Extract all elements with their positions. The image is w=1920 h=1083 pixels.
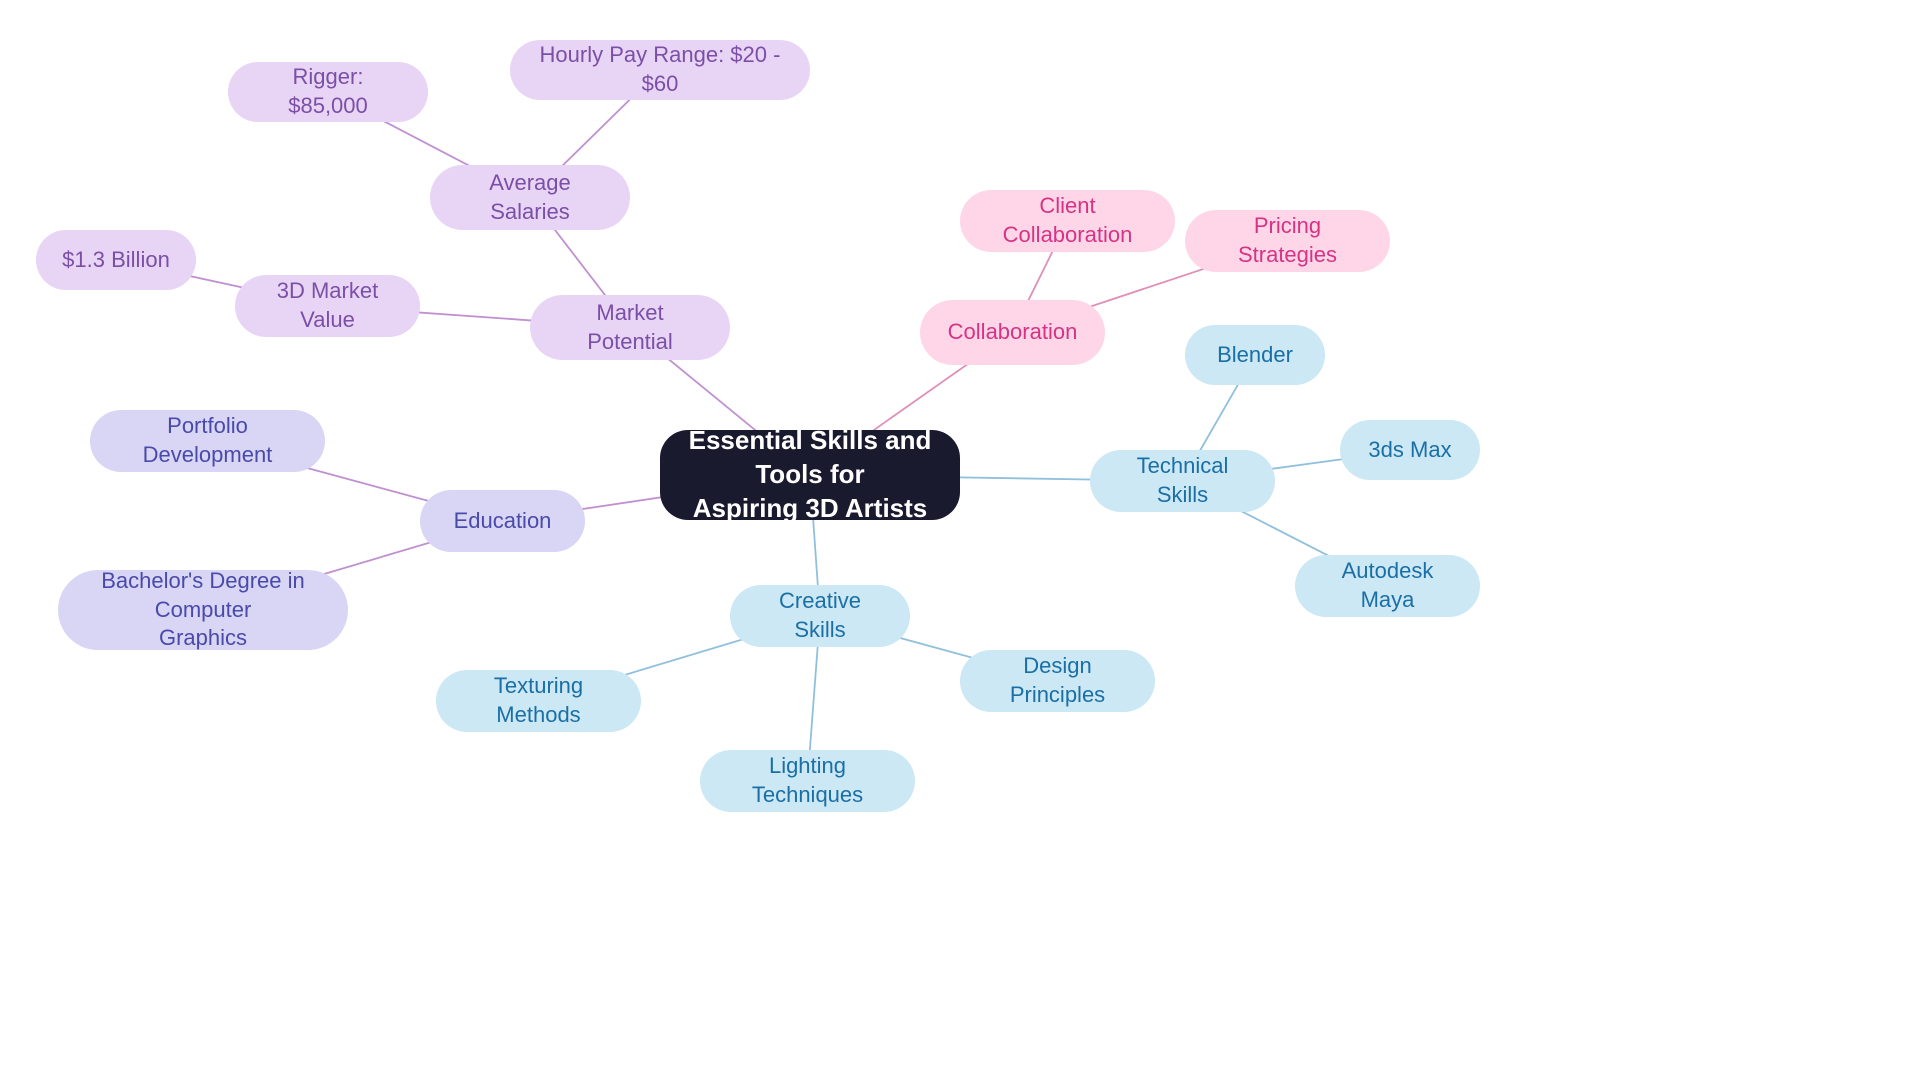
node-blender: Blender xyxy=(1185,325,1325,385)
node-label-portfolioDev: Portfolio Development xyxy=(114,412,301,469)
node-label-averageSalaries: Average Salaries xyxy=(454,169,606,226)
node-label-collaboration: Collaboration xyxy=(948,318,1078,347)
node-label-autodeskMaya: Autodesk Maya xyxy=(1319,557,1456,614)
node-billion13: $1.3 Billion xyxy=(36,230,196,290)
node-creativeSkills: Creative Skills xyxy=(730,585,910,647)
node-threedsMax: 3ds Max xyxy=(1340,420,1480,480)
node-bachelors: Bachelor's Degree in ComputerGraphics xyxy=(58,570,348,650)
node-label-billion13: $1.3 Billion xyxy=(62,246,170,275)
node-pricingStrategies: Pricing Strategies xyxy=(1185,210,1390,272)
node-hourlyPay: Hourly Pay Range: $20 - $60 xyxy=(510,40,810,100)
node-rigger: Rigger: $85,000 xyxy=(228,62,428,122)
node-label-center: Essential Skills and Tools forAspiring 3… xyxy=(684,424,936,525)
node-technicalSkills: Technical Skills xyxy=(1090,450,1275,512)
node-label-lightingTechniques: Lighting Techniques xyxy=(724,752,891,809)
node-portfolioDev: Portfolio Development xyxy=(90,410,325,472)
node-marketPotential: Market Potential xyxy=(530,295,730,360)
node-collaboration: Collaboration xyxy=(920,300,1105,365)
node-label-education: Education xyxy=(454,507,552,536)
node-label-pricingStrategies: Pricing Strategies xyxy=(1209,212,1366,269)
node-lightingTechniques: Lighting Techniques xyxy=(700,750,915,812)
node-label-creativeSkills: Creative Skills xyxy=(754,587,886,644)
node-label-designPrinciples: Design Principles xyxy=(984,652,1131,709)
node-center: Essential Skills and Tools forAspiring 3… xyxy=(660,430,960,520)
node-label-rigger: Rigger: $85,000 xyxy=(252,63,404,120)
node-label-technicalSkills: Technical Skills xyxy=(1114,452,1251,509)
node-label-blender: Blender xyxy=(1217,341,1293,370)
node-autodeskMaya: Autodesk Maya xyxy=(1295,555,1480,617)
node-label-threedsMax: 3ds Max xyxy=(1368,436,1451,465)
node-clientCollaboration: Client Collaboration xyxy=(960,190,1175,252)
node-education: Education xyxy=(420,490,585,552)
node-averageSalaries: Average Salaries xyxy=(430,165,630,230)
node-label-hourlyPay: Hourly Pay Range: $20 - $60 xyxy=(534,41,786,98)
node-designPrinciples: Design Principles xyxy=(960,650,1155,712)
node-marketValue3D: 3D Market Value xyxy=(235,275,420,337)
node-label-marketPotential: Market Potential xyxy=(554,299,706,356)
node-label-marketValue3D: 3D Market Value xyxy=(259,277,396,334)
node-texturingMethods: Texturing Methods xyxy=(436,670,641,732)
node-label-clientCollaboration: Client Collaboration xyxy=(984,192,1151,249)
node-label-texturingMethods: Texturing Methods xyxy=(460,672,617,729)
node-label-bachelors: Bachelor's Degree in ComputerGraphics xyxy=(82,567,324,653)
